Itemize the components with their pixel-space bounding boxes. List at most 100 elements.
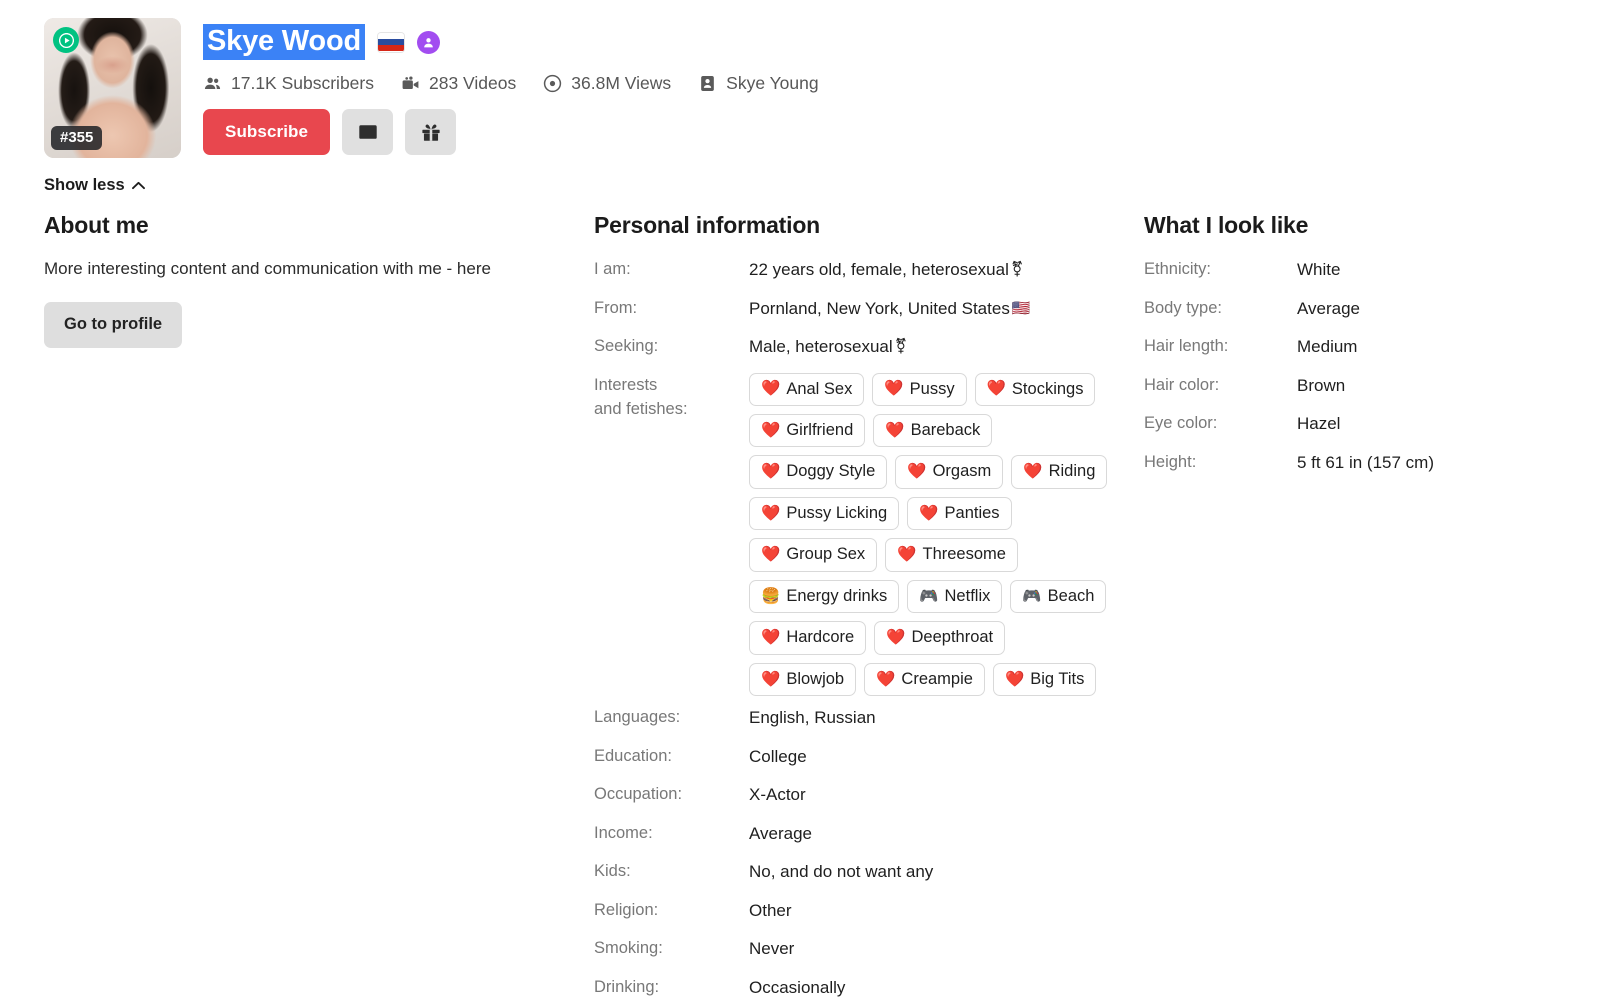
interest-tag[interactable]: ❤️ Anal Sex [749, 372, 865, 406]
personal-information-column: Personal information I am: 22 years old,… [594, 212, 1144, 1003]
appearance-table: Ethnicity: White Body type: Average Hair len… [1144, 257, 1564, 475]
interest-tag-emoji-icon: ❤️ [761, 421, 781, 439]
gender-symbol-icon: ⚧ [894, 338, 908, 355]
interest-tag[interactable]: ❤️ Group Sex [749, 538, 878, 572]
interest-tag[interactable]: ❤️ Doggy Style [749, 455, 888, 489]
interest-tag[interactable]: ❤️ Deepthroat [874, 621, 1006, 655]
appearance-column: What I look like Ethnicity: White Body typ… [1144, 212, 1564, 1003]
interest-tag-label: Threesome [922, 545, 1006, 564]
interests-row: Interests and fetishes: ❤️ Anal Sex ❤️ Puss… [594, 372, 1144, 696]
interest-tag[interactable]: ❤️ Hardcore [749, 621, 867, 655]
info-row: Body type: Average [1144, 296, 1564, 322]
interest-tag[interactable]: ❤️ Big Tits [992, 662, 1097, 696]
interest-tag-label: Energy drinks [786, 586, 888, 605]
interest-tag[interactable]: ❤️ Blowjob [749, 662, 857, 696]
interest-tag[interactable]: 🎮 Netflix [907, 579, 1003, 614]
subscribe-button[interactable]: Subscribe [203, 109, 331, 155]
info-label: Hair length: [1144, 337, 1229, 355]
appearance-title: What I look like [1144, 212, 1309, 238]
interest-tag-label: Pussy Licking [786, 503, 888, 522]
action-row: Subscribe [203, 109, 819, 155]
info-value: Male, heterosexual ⚧ [749, 334, 907, 360]
interest-tag[interactable]: ❤️ Riding [1011, 455, 1108, 489]
interest-tag[interactable]: ❤️ Orgasm [895, 455, 1004, 489]
interest-tag[interactable]: ❤️ Threesome [885, 538, 1018, 572]
interest-tag-emoji-icon: ❤️ [761, 629, 781, 647]
stat-realname: Skye Young [698, 73, 819, 94]
info-row: Eye color: Hazel [1144, 411, 1564, 437]
interest-tag-emoji-icon: ❤️ [1023, 463, 1043, 481]
stat-videos: 283 Videos [401, 73, 516, 94]
verified-user-icon[interactable] [416, 30, 440, 54]
info-value: X-Actor [749, 785, 806, 804]
show-less-toggle[interactable]: Show less [44, 176, 145, 195]
info-value-text: 22 years old, female, heterosexual [749, 260, 1009, 279]
info-row: Income: Average [594, 821, 1144, 847]
interests-label: Interests and fetishes: [594, 373, 749, 423]
go-to-profile-button[interactable]: Go to profile [44, 301, 183, 348]
gift-button[interactable] [405, 109, 457, 155]
interest-tag-label: Deepthroat [911, 628, 994, 647]
stat-views: 36.8M Views [543, 73, 671, 94]
interest-tag-emoji-icon: 🎮 [1022, 587, 1042, 605]
interest-tag-label: Group Sex [786, 545, 866, 564]
about-column: About me More interesting content and co… [44, 212, 594, 1003]
interest-tag-label: Girlfriend [786, 420, 854, 439]
info-value: No, and do not want any [749, 862, 934, 881]
info-value: Medium [1297, 337, 1358, 356]
interest-tag[interactable]: ❤️ Bareback [873, 413, 993, 448]
info-row: Height: 5 ft 61 in (157 cm) [1144, 450, 1564, 476]
interest-tag-emoji-icon: ❤️ [876, 670, 896, 688]
info-row: Hair length: Medium [1144, 334, 1564, 360]
interest-tag-emoji-icon: ❤️ [886, 629, 906, 647]
info-row: Drinking: Occasionally [594, 975, 1144, 1001]
videocam-icon [402, 76, 419, 90]
profile-header: #355 Skye Wood 17.1K Subscribers 283 Vid… [0, 0, 1600, 158]
info-label: Ethnicity: [1144, 260, 1211, 278]
profile-header-info: Skye Wood 17.1K Subscribers 283 Videos 3… [203, 18, 819, 155]
interest-tag[interactable]: ❤️ Girlfriend [749, 413, 866, 448]
info-label: Height: [1144, 452, 1197, 471]
stat-videos-text: 283 Videos [429, 73, 517, 93]
message-button[interactable] [342, 109, 394, 155]
interest-tag[interactable]: 🍔 Energy drinks [749, 579, 900, 614]
info-label: Income: [594, 823, 653, 842]
avatar[interactable]: #355 [44, 18, 181, 158]
info-label: Body type: [1144, 298, 1222, 317]
interest-tag[interactable]: 🎮 Beach [1010, 579, 1107, 614]
interest-tag-label: Bareback [910, 420, 981, 439]
info-label: Religion: [594, 900, 659, 919]
show-less-label: Show less [44, 176, 125, 194]
interest-tag-label: Anal Sex [786, 379, 853, 398]
usa-flag-icon: 🇺🇸 [1011, 299, 1031, 317]
info-value: Average [1297, 298, 1361, 318]
play-circle-icon[interactable] [53, 27, 79, 53]
info-label: Eye color: [1144, 414, 1218, 432]
info-label: Drinking: [594, 977, 660, 996]
info-label: Education: [594, 746, 672, 765]
info-value: White [1297, 260, 1341, 279]
interest-tag[interactable]: ❤️ Pussy [872, 372, 967, 406]
stat-subscribers: 17.1K Subscribers [203, 73, 374, 94]
interest-tag[interactable]: ❤️ Pussy Licking [749, 496, 900, 531]
interest-tag[interactable]: ❤️ Panties [907, 496, 1012, 531]
info-label: Occupation: [594, 785, 683, 803]
interest-tag-label: Beach [1047, 586, 1095, 605]
interest-tag-label: Panties [944, 503, 1000, 522]
info-row: Languages: English, Russian [594, 705, 1144, 731]
interest-tag[interactable]: ❤️ Stockings [974, 372, 1096, 406]
info-value: Other [749, 900, 792, 920]
interest-tag-emoji-icon: ❤️ [761, 670, 781, 688]
personal-information-table: I am: 22 years old, female, heterosexual… [594, 257, 1144, 1003]
interest-tag[interactable]: ❤️ Creampie [864, 662, 985, 696]
info-value: Hazel [1297, 414, 1341, 433]
interest-tag-emoji-icon: ❤️ [907, 463, 927, 481]
info-label: Kids: [594, 862, 631, 880]
info-row: Education: College [594, 744, 1144, 770]
info-label: Languages: [594, 708, 681, 726]
page-title: Skye Wood [203, 23, 365, 61]
id-badge-icon [701, 75, 714, 92]
chevron-up-icon [131, 181, 145, 190]
interest-tag-label: Hardcore [786, 628, 855, 647]
info-value: Brown [1297, 375, 1346, 395]
